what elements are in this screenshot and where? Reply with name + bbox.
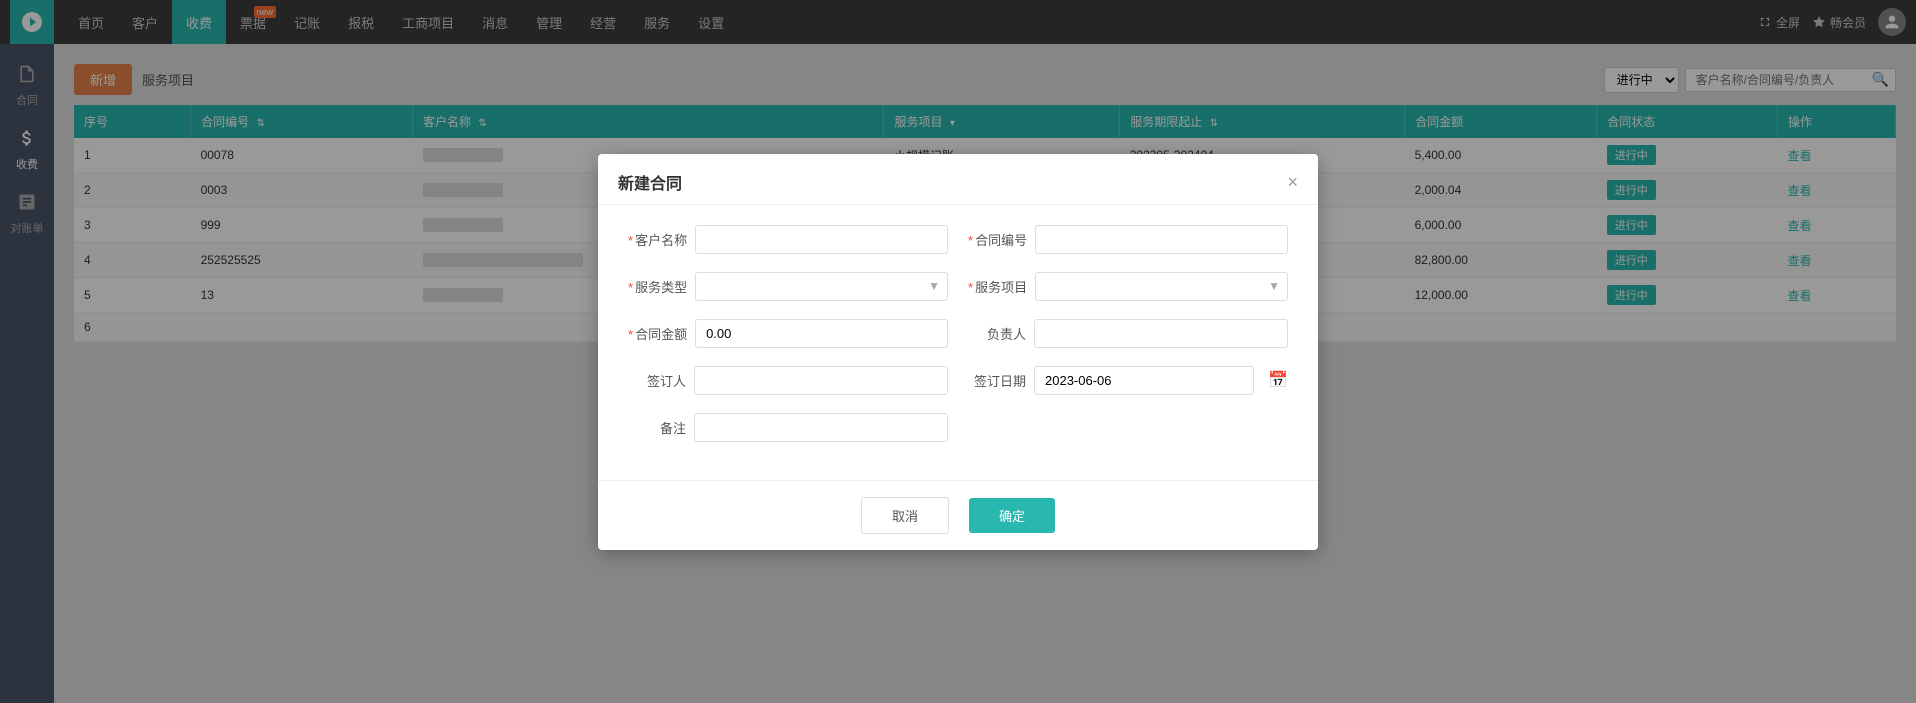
form-row-1: *客户名称 *合同编号	[628, 225, 1288, 254]
modal-title: 新建合同	[618, 170, 682, 194]
service-item-select-wrap: ▼	[1035, 272, 1288, 301]
modal-body: *客户名称 *合同编号 *服务类型	[598, 205, 1318, 480]
confirm-button[interactable]: 确定	[969, 498, 1055, 533]
remarks-label: 备注	[628, 418, 686, 437]
person-in-charge-label: 负责人	[968, 324, 1026, 343]
sign-date-label: 签订日期	[968, 371, 1026, 390]
field-sign-date: 签订日期 📅	[968, 366, 1288, 395]
contract-no-input[interactable]	[1035, 225, 1288, 254]
calendar-icon[interactable]: 📅	[1268, 370, 1288, 390]
form-row-3: *合同金额 负责人	[628, 319, 1288, 348]
service-type-select-wrap: ▼	[695, 272, 948, 301]
modal-footer: 取消 确定	[598, 480, 1318, 550]
contract-amount-input[interactable]	[695, 319, 948, 348]
field-customer-name: *客户名称	[628, 225, 948, 254]
field-service-item: *服务项目 ▼	[968, 272, 1288, 301]
service-type-label: *服务类型	[628, 277, 687, 296]
signer-input[interactable]	[694, 366, 948, 395]
field-contract-no: *合同编号	[968, 225, 1288, 254]
field-remarks: 备注	[628, 413, 948, 442]
field-service-type: *服务类型 ▼	[628, 272, 948, 301]
modal-overlay[interactable]: 新建合同 × *客户名称 *合同编号	[0, 0, 1916, 703]
contract-amount-label: *合同金额	[628, 324, 687, 343]
close-button[interactable]: ×	[1287, 173, 1298, 191]
sign-date-input[interactable]	[1034, 366, 1254, 395]
service-type-select[interactable]	[695, 272, 948, 301]
customer-name-input[interactable]	[695, 225, 948, 254]
form-row-5: 备注	[628, 413, 1288, 442]
signer-label: 签订人	[628, 371, 686, 390]
field-person-in-charge: 负责人	[968, 319, 1288, 348]
field-signer: 签订人	[628, 366, 948, 395]
modal-header: 新建合同 ×	[598, 154, 1318, 205]
form-row-4: 签订人 签订日期 📅	[628, 366, 1288, 395]
service-item-select[interactable]	[1035, 272, 1288, 301]
remarks-input[interactable]	[694, 413, 948, 442]
field-contract-amount: *合同金额	[628, 319, 948, 348]
customer-name-label: *客户名称	[628, 230, 687, 249]
form-row-2: *服务类型 ▼ *服务项目 ▼	[628, 272, 1288, 301]
cancel-button[interactable]: 取消	[861, 497, 949, 534]
service-item-label: *服务项目	[968, 277, 1027, 296]
new-contract-modal: 新建合同 × *客户名称 *合同编号	[598, 154, 1318, 550]
contract-no-label: *合同编号	[968, 230, 1027, 249]
person-in-charge-input[interactable]	[1034, 319, 1288, 348]
